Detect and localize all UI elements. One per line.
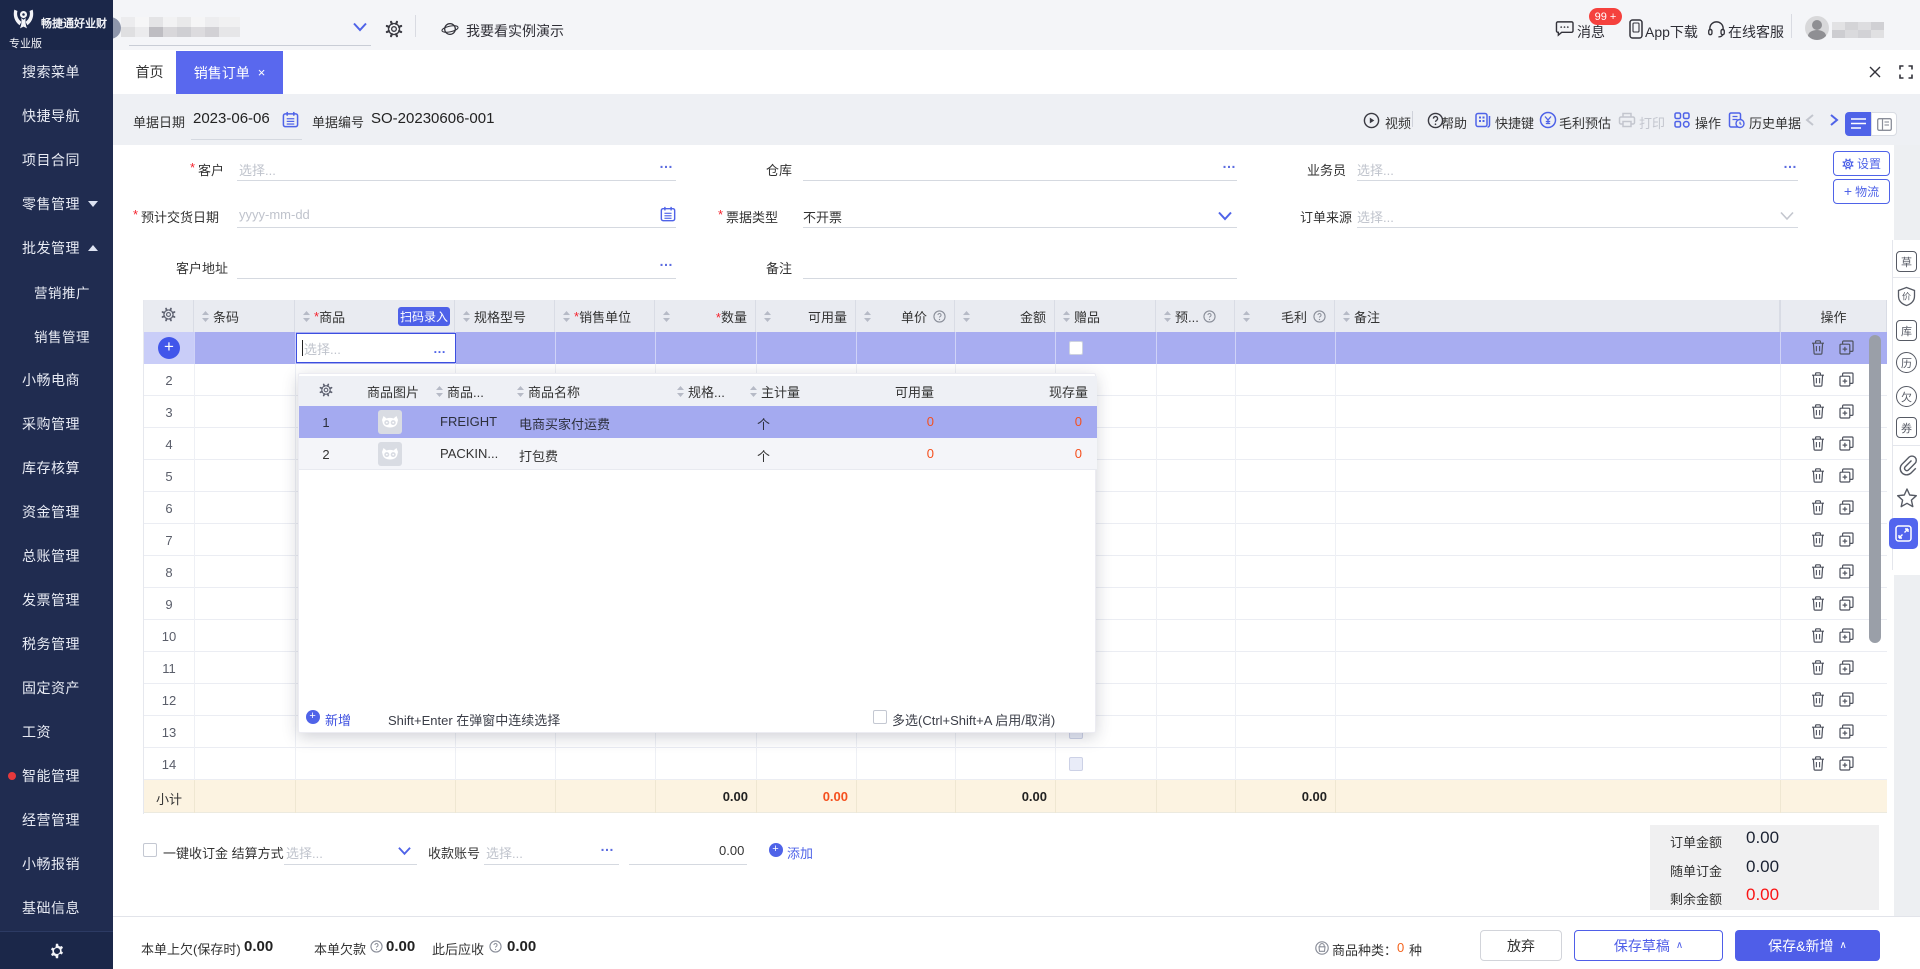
svg-text:价: 价 xyxy=(1902,292,1911,302)
